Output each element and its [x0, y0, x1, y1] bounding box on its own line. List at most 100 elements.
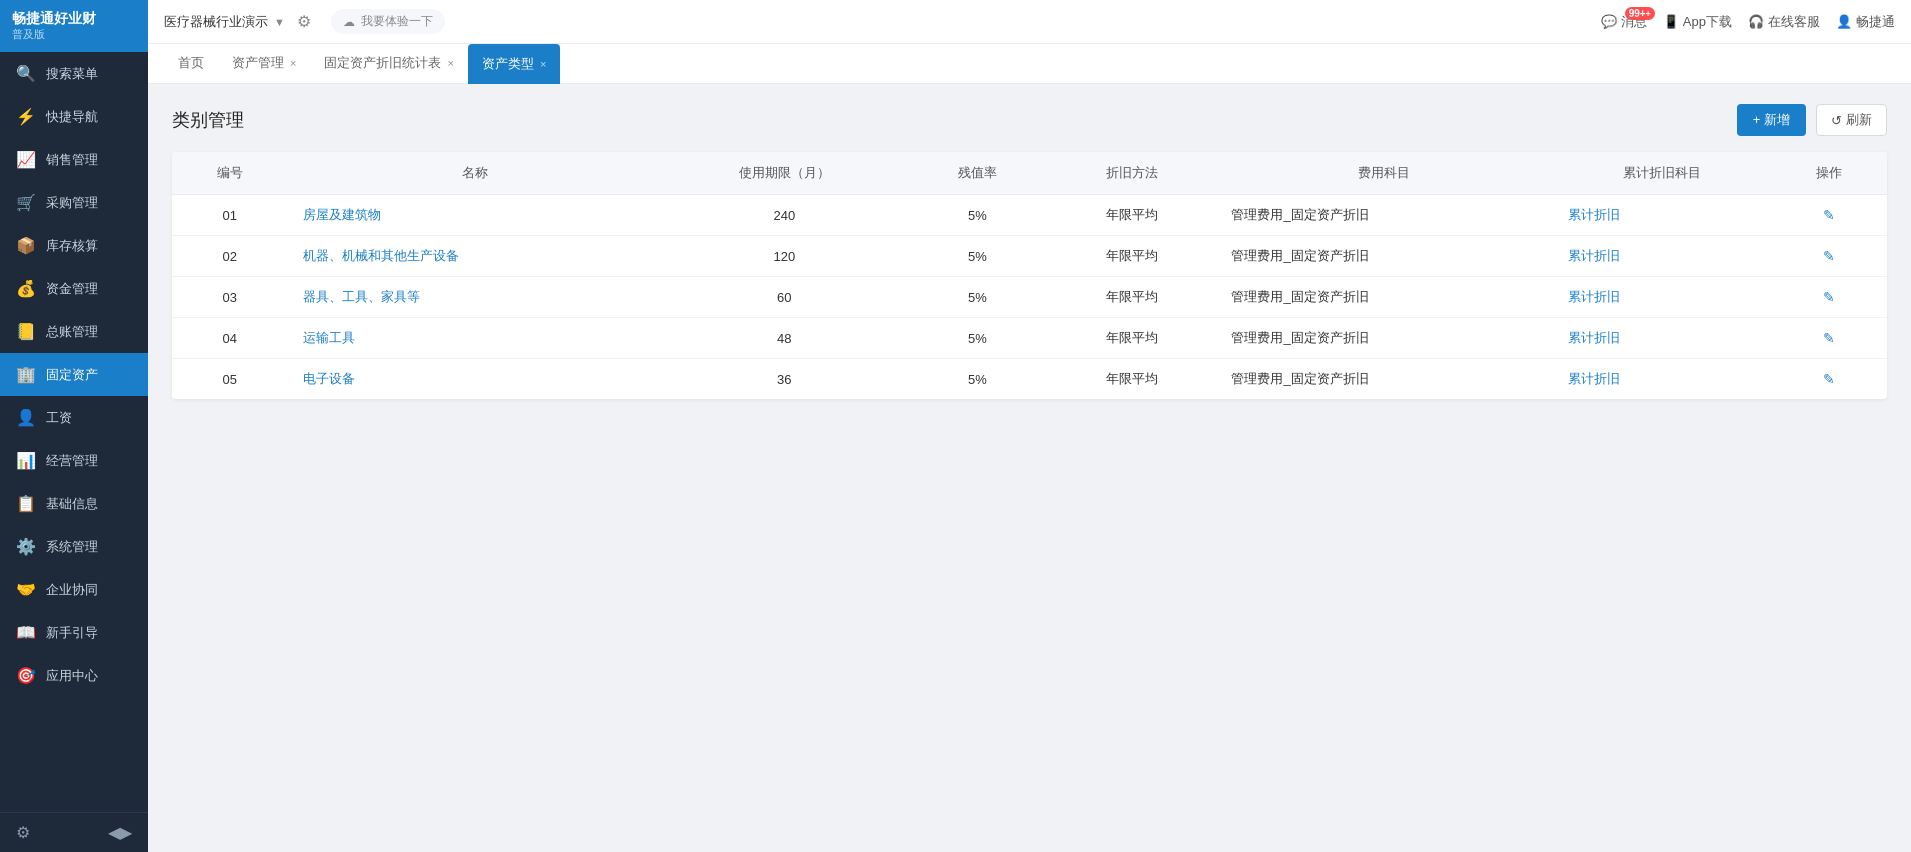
app-download-label: App下载 — [1683, 13, 1732, 31]
settings-icon[interactable]: ⚙ — [16, 823, 30, 842]
tab-label-3: 资产类型 — [482, 55, 534, 73]
table-row: 01 房屋及建筑物 240 5% 年限平均 管理费用_固定资产折旧 累计折旧 ✎ — [172, 195, 1887, 236]
sidebar-item-12[interactable]: 🤝企业协同 — [0, 568, 148, 611]
sidebar-item-13[interactable]: 📖新手引导 — [0, 611, 148, 654]
sidebar-icon-2: 📈 — [16, 150, 36, 169]
sidebar-icon-14: 🎯 — [16, 666, 36, 685]
sidebar-item-8[interactable]: 👤工资 — [0, 396, 148, 439]
tab-label-2: 固定资产折旧统计表 — [324, 54, 441, 72]
experience-button[interactable]: ☁ 我要体验一下 — [331, 9, 445, 34]
cell-acc-3: 累计折旧 — [1552, 318, 1771, 359]
topbar-left: 医疗器械行业演示 ▼ ⚙ ☁ 我要体验一下 — [164, 9, 1589, 34]
user-icon: 👤 — [1836, 14, 1852, 29]
cell-acc-0: 累计折旧 — [1552, 195, 1771, 236]
notification-icon: 💬 — [1601, 14, 1617, 29]
edit-icon-0[interactable]: ✎ — [1823, 207, 1835, 223]
sidebar-nav: 🔍搜索菜单⚡快捷导航📈销售管理🛒采购管理📦库存核算💰资金管理📒总账管理 🏢 固定资产… — [0, 52, 148, 812]
tab-0[interactable]: 首页 — [164, 44, 218, 84]
tab-close-1[interactable]: × — [290, 57, 296, 69]
chevron-down-icon: ▼ — [274, 16, 285, 28]
app-download-btn[interactable]: 📱 App下载 — [1663, 13, 1732, 31]
sidebar-icon-9: 📊 — [16, 451, 36, 470]
edit-icon-2[interactable]: ✎ — [1823, 289, 1835, 305]
refresh-button[interactable]: ↺ 刷新 — [1816, 104, 1887, 136]
col-header-6: 累计折旧科目 — [1552, 152, 1771, 195]
edit-icon-3[interactable]: ✎ — [1823, 330, 1835, 346]
sidebar-icon-1: ⚡ — [16, 107, 36, 126]
sidebar: 畅捷通好业财 普及版 🔍搜索菜单⚡快捷导航📈销售管理🛒采购管理📦库存核算💰资金管… — [0, 0, 148, 852]
tab-close-2[interactable]: × — [447, 57, 453, 69]
sidebar-icon-10: 📋 — [16, 494, 36, 513]
cell-method-1: 年限平均 — [1048, 236, 1215, 277]
sidebar-label-14: 应用中心 — [46, 667, 98, 685]
sidebar-item-7[interactable]: 🏢 固定资产 — [0, 353, 148, 396]
sidebar-item-3[interactable]: 🛒采购管理 — [0, 181, 148, 224]
sidebar-item-5[interactable]: 💰资金管理 — [0, 267, 148, 310]
sidebar-item-10[interactable]: 📋基础信息 — [0, 482, 148, 525]
tab-1[interactable]: 资产管理 × — [218, 44, 310, 84]
cell-name-2: 器具、工具、家具等 — [287, 277, 661, 318]
sidebar-icon-6: 📒 — [16, 322, 36, 341]
col-header-1: 名称 — [287, 152, 661, 195]
topbar: 医疗器械行业演示 ▼ ⚙ ☁ 我要体验一下 💬 消息 99++ 📱 App下载 … — [148, 0, 1911, 44]
tab-2[interactable]: 固定资产折旧统计表 × — [310, 44, 467, 84]
cell-method-3: 年限平均 — [1048, 318, 1215, 359]
sidebar-item-0[interactable]: 🔍搜索菜单 — [0, 52, 148, 95]
sidebar-item-2[interactable]: 📈销售管理 — [0, 138, 148, 181]
col-header-7: 操作 — [1771, 152, 1887, 195]
edit-icon-4[interactable]: ✎ — [1823, 371, 1835, 387]
cell-months-0: 240 — [662, 195, 907, 236]
sidebar-icon-8: 👤 — [16, 408, 36, 427]
sidebar-item-11[interactable]: ⚙️系统管理 — [0, 525, 148, 568]
new-button[interactable]: + 新增 — [1737, 104, 1806, 136]
cell-id-4: 05 — [172, 359, 287, 400]
cell-id-0: 01 — [172, 195, 287, 236]
tab-close-3[interactable]: × — [540, 58, 546, 70]
sidebar-label-12: 企业协同 — [46, 581, 98, 599]
user-menu-btn[interactable]: 👤 畅捷通 — [1836, 13, 1895, 31]
main-area: 医疗器械行业演示 ▼ ⚙ ☁ 我要体验一下 💬 消息 99++ 📱 App下载 … — [148, 0, 1911, 852]
sidebar-icon-0: 🔍 — [16, 64, 36, 83]
notifications-badge: 99++ — [1625, 7, 1655, 20]
col-header-3: 残值率 — [907, 152, 1048, 195]
tab-label-1: 资产管理 — [232, 54, 284, 72]
cell-name-1: 机器、机械和其他生产设备 — [287, 236, 661, 277]
cell-action-3: ✎ — [1771, 318, 1887, 359]
cell-acc-2: 累计折旧 — [1552, 277, 1771, 318]
col-header-5: 费用科目 — [1215, 152, 1552, 195]
cell-residual-3: 5% — [907, 318, 1048, 359]
edit-icon-1[interactable]: ✎ — [1823, 248, 1835, 264]
online-support-btn[interactable]: 🎧 在线客服 — [1748, 13, 1820, 31]
app-edition: 普及版 — [12, 27, 96, 42]
cell-action-4: ✎ — [1771, 359, 1887, 400]
col-header-0: 编号 — [172, 152, 287, 195]
page-title: 类别管理 — [172, 108, 244, 132]
cell-months-3: 48 — [662, 318, 907, 359]
cell-months-2: 60 — [662, 277, 907, 318]
table-row: 03 器具、工具、家具等 60 5% 年限平均 管理费用_固定资产折旧 累计折旧… — [172, 277, 1887, 318]
sidebar-item-1[interactable]: ⚡快捷导航 — [0, 95, 148, 138]
cell-method-4: 年限平均 — [1048, 359, 1215, 400]
sidebar-label-7: 固定资产 — [46, 366, 98, 384]
sidebar-icon-11: ⚙️ — [16, 537, 36, 556]
topbar-right: 💬 消息 99++ 📱 App下载 🎧 在线客服 👤 畅捷通 — [1601, 13, 1895, 31]
sidebar-item-14[interactable]: 🎯 应用中心 — [0, 654, 148, 697]
table-row: 02 机器、机械和其他生产设备 120 5% 年限平均 管理费用_固定资产折旧 … — [172, 236, 1887, 277]
notifications-btn[interactable]: 💬 消息 99++ — [1601, 13, 1647, 31]
cell-action-0: ✎ — [1771, 195, 1887, 236]
sidebar-item-6[interactable]: 📒总账管理 — [0, 310, 148, 353]
company-selector[interactable]: 医疗器械行业演示 ▼ — [164, 13, 285, 31]
topbar-settings-icon[interactable]: ⚙ — [297, 12, 311, 31]
sidebar-item-9[interactable]: 📊经营管理 — [0, 439, 148, 482]
tabbar: 首页资产管理 × 固定资产折旧统计表 × 资产类型 × — [148, 44, 1911, 84]
tab-3[interactable]: 资产类型 × — [468, 44, 560, 84]
experience-icon: ☁ — [343, 15, 355, 29]
page-header: 类别管理 + 新增 ↺ 刷新 — [172, 104, 1887, 136]
sidebar-item-4[interactable]: 📦库存核算 — [0, 224, 148, 267]
content-area: 类别管理 + 新增 ↺ 刷新 编号名称使用期限（月）残值率折旧方法费用科目累计折… — [148, 84, 1911, 852]
collapse-icon[interactable]: ◀▶ — [108, 823, 132, 842]
user-label: 畅捷通 — [1856, 13, 1895, 31]
cell-residual-1: 5% — [907, 236, 1048, 277]
sidebar-icon-7: 🏢 — [16, 365, 36, 384]
cell-months-1: 120 — [662, 236, 907, 277]
